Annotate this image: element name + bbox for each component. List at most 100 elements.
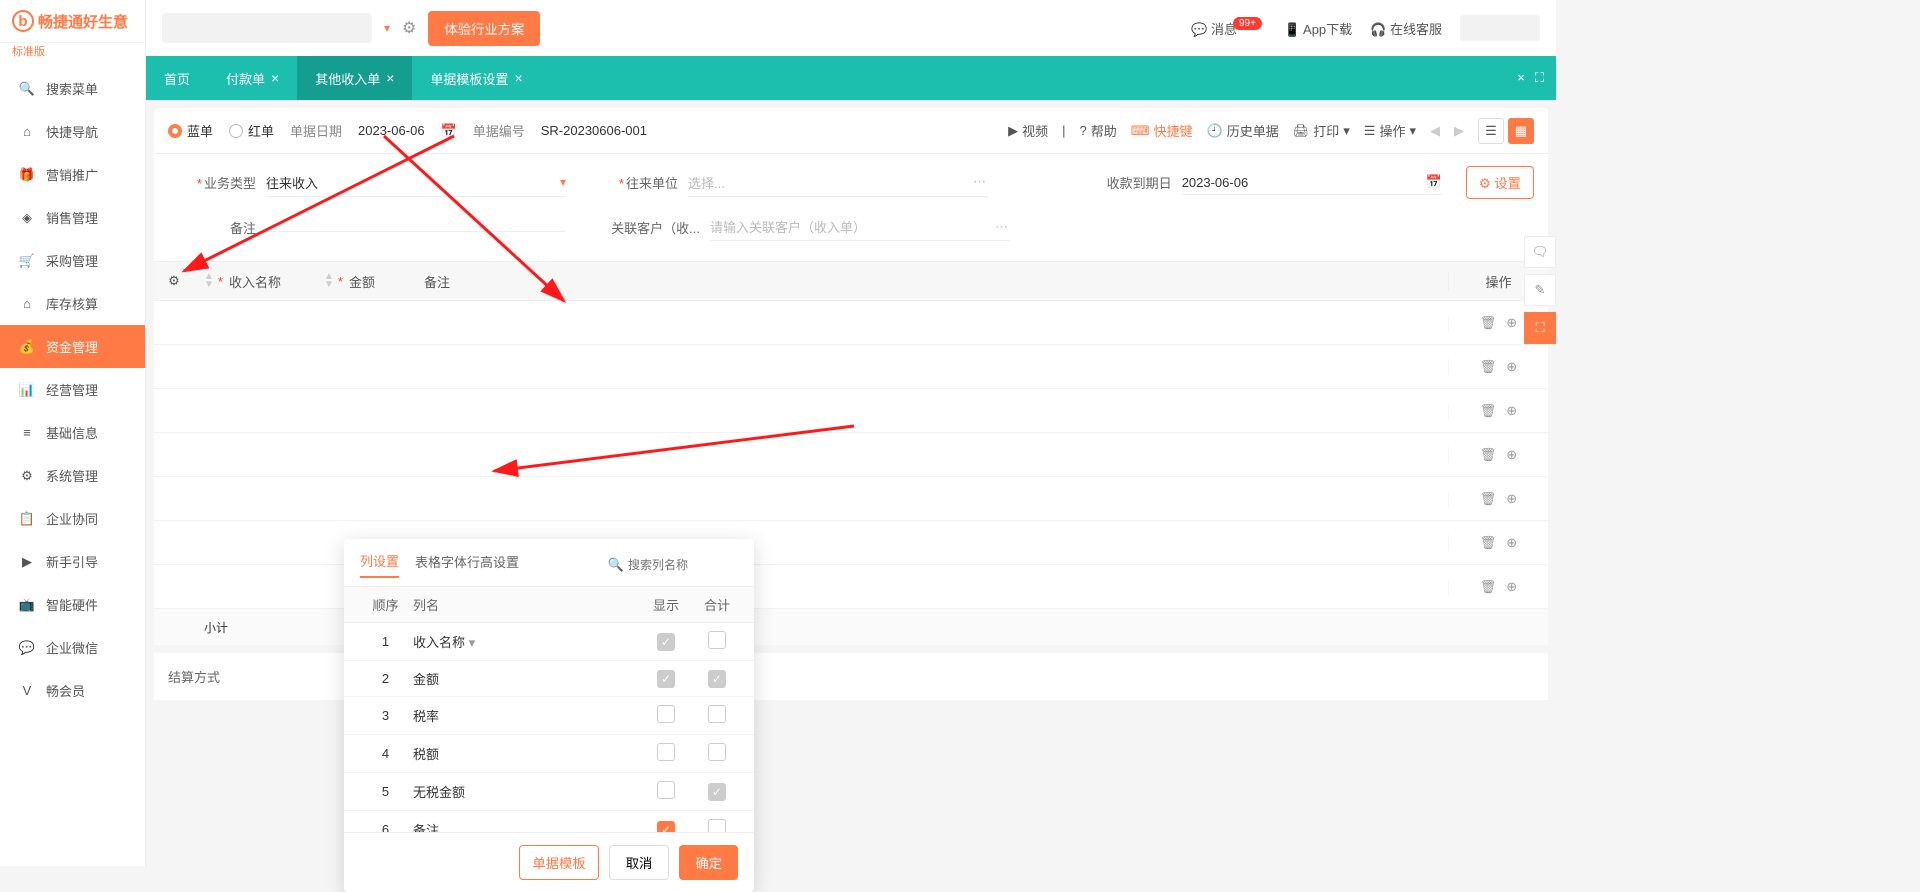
th-income-name[interactable]: ▲▼*收入名称 — [194, 272, 314, 291]
sidebar-item[interactable]: ≡基础信息 — [0, 411, 145, 454]
tab-close-icon[interactable]: × — [386, 70, 394, 86]
org-selector[interactable] — [162, 13, 372, 43]
delete-row-icon[interactable]: 🗑 — [1480, 535, 1497, 551]
user-avatar[interactable] — [1460, 15, 1540, 41]
sidebar-item[interactable]: ▶新手引导 — [0, 540, 145, 583]
copy-row-icon[interactable]: ⊕ — [1506, 359, 1517, 375]
show-checkbox[interactable] — [638, 781, 694, 802]
popup-tab-font[interactable]: 表格字体行高设置 — [415, 552, 519, 577]
prev-doc-icon[interactable]: ◀ — [1430, 123, 1440, 139]
doc-date-value[interactable]: 2023-06-06 — [358, 123, 425, 138]
fullscreen-icon[interactable]: ⛶ — [1535, 70, 1544, 86]
tab-close-icon[interactable]: × — [514, 70, 522, 86]
sidebar-item[interactable]: 🎁营销推广 — [0, 153, 145, 196]
cancel-button[interactable]: 取消 — [609, 845, 670, 880]
sidebar-item[interactable]: 💰资金管理 — [0, 325, 145, 368]
tab-close-icon[interactable]: × — [271, 70, 279, 86]
show-checkbox[interactable]: ✓ — [638, 670, 694, 688]
sum-checkbox[interactable] — [694, 743, 740, 764]
rail-note-icon[interactable]: 🗨 — [1524, 236, 1556, 268]
partner-select[interactable]: 选择...⋯ — [688, 169, 988, 197]
operate-link[interactable]: ☰ 操作 ▾ — [1364, 121, 1416, 140]
service-link[interactable]: 🎧 在线客服 — [1370, 19, 1442, 38]
sidebar-item[interactable]: ⌂库存核算 — [0, 282, 145, 325]
show-checkbox[interactable]: ✓ — [638, 821, 694, 833]
help-link[interactable]: ? 帮助 — [1080, 121, 1117, 140]
delete-row-icon[interactable]: 🗑 — [1480, 315, 1497, 331]
messages-link[interactable]: 💬 消息99+ — [1191, 19, 1266, 38]
sidebar-item[interactable]: ⚙系统管理 — [0, 454, 145, 497]
history-link[interactable]: 🕘 历史单据 — [1207, 121, 1279, 140]
confirm-button[interactable]: 确定 — [679, 845, 738, 880]
show-checkbox[interactable] — [638, 705, 694, 726]
sidebar-item[interactable]: 📺智能硬件 — [0, 583, 145, 626]
copy-row-icon[interactable]: ⊕ — [1506, 491, 1517, 507]
sidebar-item[interactable]: V畅会员 — [0, 669, 145, 712]
red-order-radio[interactable]: 红单 — [229, 121, 274, 140]
delete-row-icon[interactable]: 🗑 — [1480, 579, 1497, 595]
popup-tab-columns[interactable]: 列设置 — [360, 551, 399, 578]
due-date-field[interactable]: 2023-06-06📅 — [1182, 170, 1442, 195]
tab[interactable]: 单据模板设置× — [412, 56, 540, 100]
sidebar-item[interactable]: 🔍搜索菜单 — [0, 67, 145, 110]
gear-icon[interactable]: ⚙ — [402, 18, 416, 38]
print-link[interactable]: 🖨 打印 ▾ — [1293, 121, 1350, 140]
next-doc-icon[interactable]: ▶ — [1454, 123, 1464, 139]
show-checkbox[interactable] — [638, 743, 694, 764]
close-all-icon[interactable]: × — [1517, 70, 1525, 86]
sum-checkbox[interactable] — [694, 705, 740, 726]
popup-head-sum: 合计 — [694, 595, 740, 614]
table-row[interactable]: 🗑⊕ — [154, 433, 1548, 477]
video-link[interactable]: ▶ 视频 — [1008, 121, 1048, 140]
delete-row-icon[interactable]: 🗑 — [1480, 491, 1497, 507]
sidebar-item[interactable]: 🛒采购管理 — [0, 239, 145, 282]
view-list-icon[interactable]: ☰ — [1478, 118, 1504, 144]
view-card-icon[interactable]: ▦ — [1508, 118, 1534, 144]
industry-plan-button[interactable]: 体验行业方案 — [428, 11, 540, 46]
template-button[interactable]: 单据模板 — [519, 845, 598, 880]
sum-checkbox[interactable]: ✓ — [694, 783, 740, 801]
delete-row-icon[interactable]: 🗑 — [1480, 359, 1497, 375]
sum-checkbox[interactable]: ✓ — [694, 670, 740, 688]
serial-label: 单据编号 — [473, 121, 525, 140]
th-amount[interactable]: ▲▼*金额 — [314, 272, 414, 291]
shortcut-link[interactable]: ⌨ 快捷键 — [1131, 121, 1193, 140]
sidebar-item[interactable]: 💬企业微信 — [0, 626, 145, 669]
table-row[interactable]: 🗑⊕ — [154, 389, 1548, 433]
table-row[interactable]: 🗑⊕ — [154, 477, 1548, 521]
copy-row-icon[interactable]: ⊕ — [1506, 579, 1517, 595]
sidebar-item[interactable]: ⌂快捷导航 — [0, 110, 145, 153]
tab[interactable]: 其他收入单× — [297, 56, 412, 100]
sum-checkbox[interactable] — [694, 631, 740, 652]
popup-search[interactable]: 🔍 — [608, 557, 738, 573]
biz-type-select[interactable]: 往来收入▾ — [266, 169, 566, 197]
blue-order-radio[interactable]: 蓝单 — [168, 121, 213, 140]
setting-button[interactable]: ⚙ 设置 — [1466, 166, 1534, 199]
sidebar-item[interactable]: 📋企业协同 — [0, 497, 145, 540]
delete-row-icon[interactable]: 🗑 — [1480, 447, 1497, 463]
app-download-link[interactable]: 📱 App下载 — [1284, 19, 1352, 38]
calendar-icon[interactable]: 📅 — [441, 123, 457, 139]
sidebar-item[interactable]: ◈销售管理 — [0, 196, 145, 239]
tab[interactable]: 付款单× — [208, 56, 297, 100]
copy-row-icon[interactable]: ⊕ — [1506, 535, 1517, 551]
copy-row-icon[interactable]: ⊕ — [1506, 315, 1517, 331]
table-row[interactable]: 🗑⊕ — [154, 345, 1548, 389]
column-settings-icon[interactable]: ⚙ — [154, 273, 194, 289]
logo: b 畅捷通好生意 — [0, 0, 145, 43]
rail-edit-icon[interactable]: ✎ — [1524, 274, 1556, 306]
delete-row-icon[interactable]: 🗑 — [1480, 403, 1497, 419]
copy-row-icon[interactable]: ⊕ — [1506, 447, 1517, 463]
show-checkbox[interactable]: ✓ — [638, 633, 694, 651]
rail-expand-icon[interactable]: ⛶ — [1524, 312, 1556, 344]
chevron-down-icon[interactable]: ▾ — [384, 21, 390, 35]
copy-row-icon[interactable]: ⊕ — [1506, 403, 1517, 419]
sidebar-item[interactable]: 📊经营管理 — [0, 368, 145, 411]
tab[interactable]: 首页 — [146, 56, 208, 100]
remark-input[interactable] — [266, 223, 566, 232]
sum-checkbox[interactable] — [694, 819, 740, 832]
table-row[interactable]: 🗑⊕ — [154, 301, 1548, 345]
popup-search-input[interactable] — [628, 558, 738, 572]
popup-column-row: 2金额✓✓ — [344, 661, 754, 697]
rel-customer-input[interactable]: 请输入关联客户（收入单）⋯ — [710, 213, 1010, 241]
